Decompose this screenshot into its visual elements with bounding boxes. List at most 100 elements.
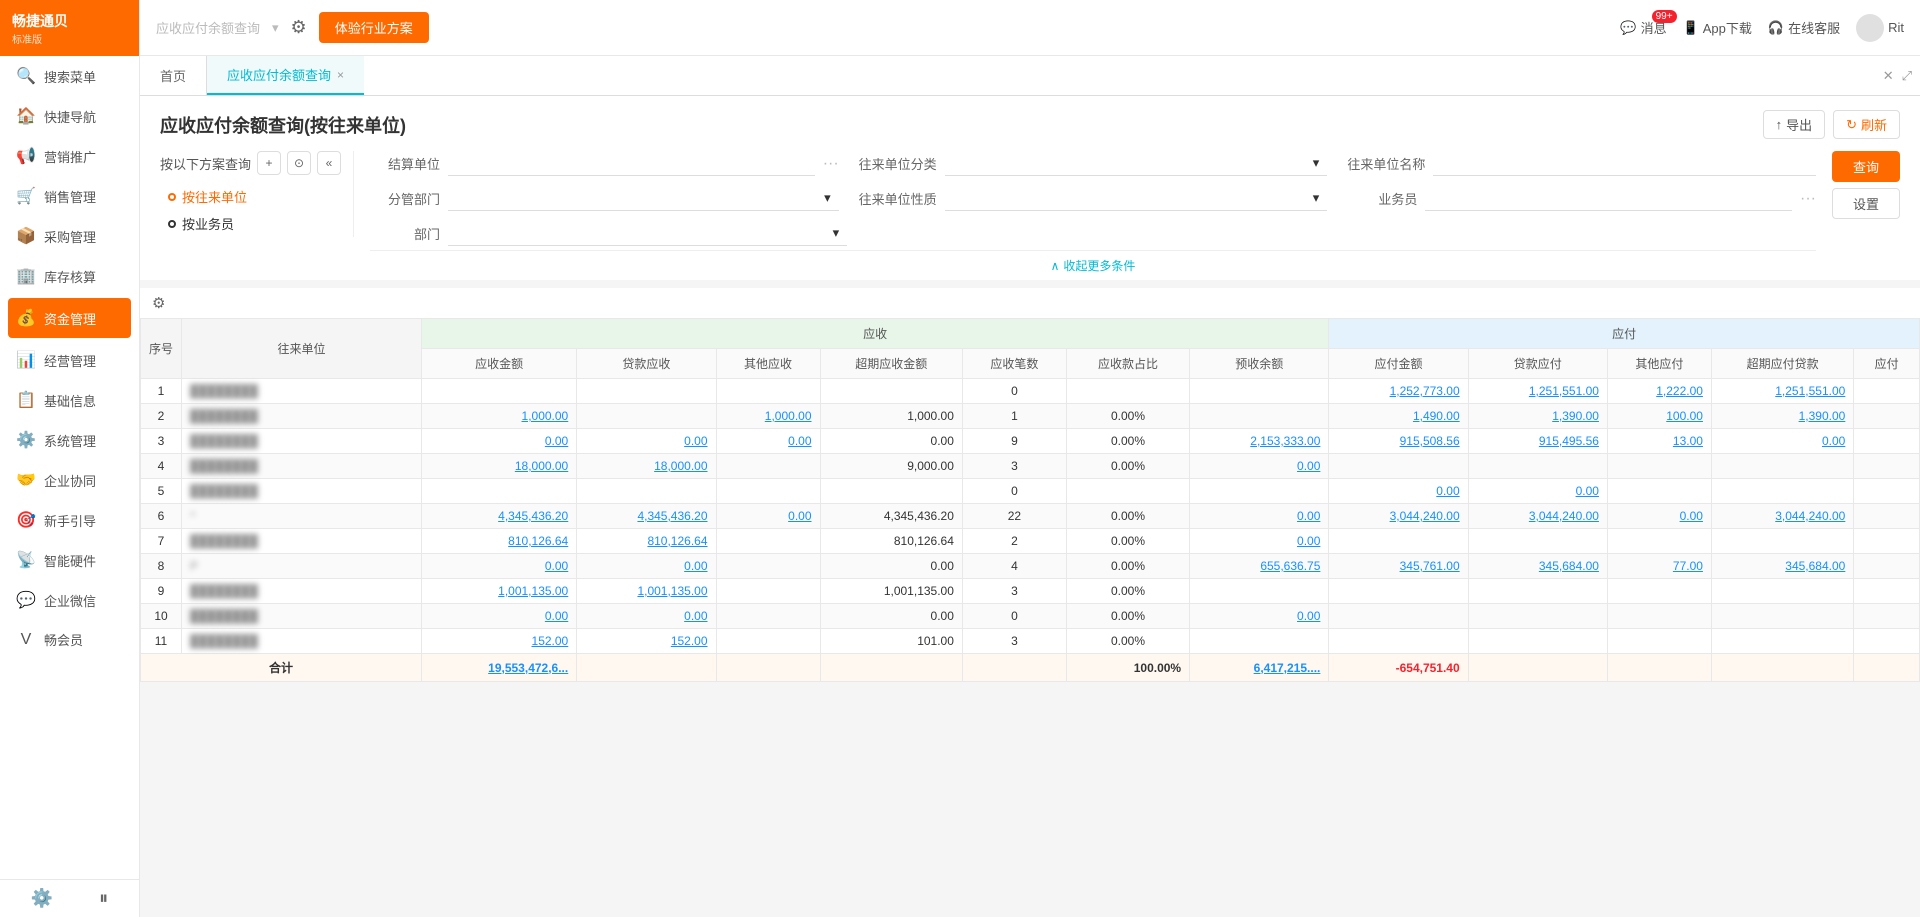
table-settings-icon[interactable]: ⚙: [152, 294, 165, 312]
row-ar-amount: 1,000.00: [421, 404, 576, 429]
sidebar-item-operation[interactable]: 📊经营管理: [0, 340, 139, 380]
sidebar-item-member[interactable]: V畅会员: [0, 620, 139, 659]
row-no: 1: [141, 379, 182, 404]
sidebar-item-wechat[interactable]: 💬企业微信: [0, 580, 139, 620]
member-icon: V: [16, 631, 36, 649]
sidebar-item-purchase[interactable]: 📦采购管理: [0, 216, 139, 256]
sidebar-label-inventory: 库存核算: [44, 267, 96, 286]
window-close-icon[interactable]: ✕: [1883, 68, 1894, 84]
sidebar-item-quick-nav[interactable]: 🏠快捷导航: [0, 96, 139, 136]
header-actions: 💬 消息 99+ 📱 App下载 🎧 在线客服 Rit: [1620, 14, 1904, 42]
row-ap-overdue: 3,044,240.00: [1711, 504, 1853, 529]
row-ar-loan: 152.00: [577, 629, 716, 654]
sidebar-settings-icon[interactable]: ⚙️: [31, 888, 53, 909]
filter-settings-btn[interactable]: ⊙: [287, 151, 311, 175]
sidebar-item-sales[interactable]: 🛒销售管理: [0, 176, 139, 216]
user-name: Rit: [1888, 20, 1904, 35]
tab-active[interactable]: 应收应付余额查询 ×: [207, 56, 364, 95]
total-prepay[interactable]: 6,417,215....: [1190, 654, 1329, 682]
filter-grid-row2: 分管部门 ▾ 往来单位性质 ▾ 业务员: [370, 186, 1816, 211]
row-ar-count: 4: [962, 554, 1066, 579]
partner-category-select[interactable]: ▾: [945, 151, 1328, 176]
department-select[interactable]: ▾: [448, 221, 847, 246]
settings-btn[interactable]: 设置: [1832, 188, 1900, 219]
row-ap-other: [1607, 479, 1711, 504]
row-ap-other: [1607, 579, 1711, 604]
tab-home[interactable]: 首页: [140, 56, 207, 95]
scheme-item-0[interactable]: 按往来单位: [160, 183, 341, 210]
row-ar-overdue: 0.00: [820, 429, 962, 454]
salesperson-dots[interactable]: ···: [1800, 190, 1816, 208]
scheme-panel: 按以下方案查询 + ⊙ « 按往来单位按业务员: [160, 151, 354, 237]
filter-salesperson: 业务员 ···: [1347, 186, 1816, 211]
row-ap-end: [1854, 479, 1920, 504]
row-ap-overdue: [1711, 529, 1853, 554]
row-ap-loan: [1468, 454, 1607, 479]
app-name: 畅捷通贝: [12, 11, 68, 31]
filter-settlement-unit: 结算单位 ···: [370, 151, 839, 176]
row-ar-count: 0: [962, 479, 1066, 504]
header-chevron-icon[interactable]: ▾: [272, 20, 279, 36]
sidebar-label-quick-nav: 快捷导航: [44, 107, 96, 126]
notification-icon: 💬: [1620, 20, 1636, 36]
sidebar-item-guide[interactable]: 🎯新手引导: [0, 500, 139, 540]
total-ar-amount[interactable]: 19,553,472,6...: [421, 654, 576, 682]
row-ap-other: 1,222.00: [1607, 379, 1711, 404]
row-ar-ratio: 0.00%: [1066, 579, 1189, 604]
sidebar-item-cooperation[interactable]: 🤝企业协同: [0, 460, 139, 500]
notification-btn[interactable]: 💬 消息 99+: [1620, 18, 1666, 37]
customer-service-btn[interactable]: 🎧 在线客服: [1768, 18, 1840, 37]
sidebar-item-hardware[interactable]: 📡智能硬件: [0, 540, 139, 580]
header-gear-icon[interactable]: ⚙: [291, 17, 307, 38]
row-ar-loan: [577, 404, 716, 429]
row-ap-other: 13.00: [1607, 429, 1711, 454]
filter-collapse-btn[interactable]: «: [317, 151, 341, 175]
table-row: 7 ████████ 810,126.64 810,126.64 810,126…: [141, 529, 1920, 554]
partner-name-input[interactable]: [1433, 152, 1816, 176]
dept-manager-select[interactable]: ▾: [448, 186, 839, 211]
sidebar-label-search: 搜索菜单: [44, 67, 96, 86]
filter-area: 按以下方案查询 + ⊙ « 按往来单位按业务员 结算单位 ···: [160, 151, 1900, 280]
sidebar-item-finance[interactable]: 💰资金管理: [8, 298, 131, 338]
tab-close-icon[interactable]: ×: [337, 68, 344, 82]
row-ar-amount: 4,345,436.20: [421, 504, 576, 529]
table-section: ⚙ 序号 往来单位 应收 应付 应收金额 贷款应收 其他应: [140, 288, 1920, 682]
solution-btn[interactable]: 体验行业方案: [319, 12, 429, 43]
export-btn[interactable]: ↑ 导出: [1763, 110, 1826, 139]
sidebar-collapse-icon[interactable]: ⏸: [99, 888, 108, 909]
row-ar-loan: 0.00: [577, 604, 716, 629]
sidebar-item-inventory[interactable]: 🏢库存核算: [0, 256, 139, 296]
collapse-bar[interactable]: ∧ 收起更多条件: [370, 250, 1816, 280]
sales-icon: 🛒: [16, 186, 36, 206]
settlement-unit-dots[interactable]: ···: [823, 155, 839, 173]
app-download-btn[interactable]: 📱 App下载: [1683, 18, 1752, 37]
row-ar-amount: 0.00: [421, 554, 576, 579]
row-ar-loan: 0.00: [577, 554, 716, 579]
scheme-item-1[interactable]: 按业务员: [160, 210, 341, 237]
sidebar-item-search[interactable]: 🔍搜索菜单: [0, 56, 139, 96]
refresh-btn[interactable]: ↻ 刷新: [1833, 110, 1900, 139]
sidebar-item-basic-info[interactable]: 📋基础信息: [0, 380, 139, 420]
col-ap-overdue: 超期应付贷款: [1711, 349, 1853, 379]
filter-add-btn[interactable]: +: [257, 151, 281, 175]
dept-manager-label: 分管部门: [370, 189, 440, 208]
sidebar-nav: 🔍搜索菜单🏠快捷导航📢营销推广🛒销售管理📦采购管理🏢库存核算💰资金管理📊经营管理…: [0, 56, 139, 659]
partner-nature-select[interactable]: ▾: [945, 186, 1328, 211]
settlement-unit-input[interactable]: [448, 152, 815, 176]
sidebar-item-system[interactable]: ⚙️系统管理: [0, 420, 139, 460]
row-ap-end: [1854, 629, 1920, 654]
row-ap-other: [1607, 604, 1711, 629]
row-ar-amount: 1,001,135.00: [421, 579, 576, 604]
badge-count: 99+: [1652, 10, 1677, 23]
query-btn[interactable]: 查询: [1832, 151, 1900, 182]
salesperson-input[interactable]: [1425, 187, 1792, 211]
row-ar-loan: 810,126.64: [577, 529, 716, 554]
window-expand-icon[interactable]: ⤢: [1902, 68, 1912, 84]
col-ap-other: 其他应付: [1607, 349, 1711, 379]
user-info[interactable]: Rit: [1856, 14, 1904, 42]
refresh-label: 刷新: [1861, 115, 1887, 134]
table-row: 2 ████████ 1,000.00 1,000.00 1,000.00 1 …: [141, 404, 1920, 429]
row-ar-loan: [577, 479, 716, 504]
sidebar-item-marketing[interactable]: 📢营销推广: [0, 136, 139, 176]
row-ap-amount: 0.00: [1329, 479, 1468, 504]
